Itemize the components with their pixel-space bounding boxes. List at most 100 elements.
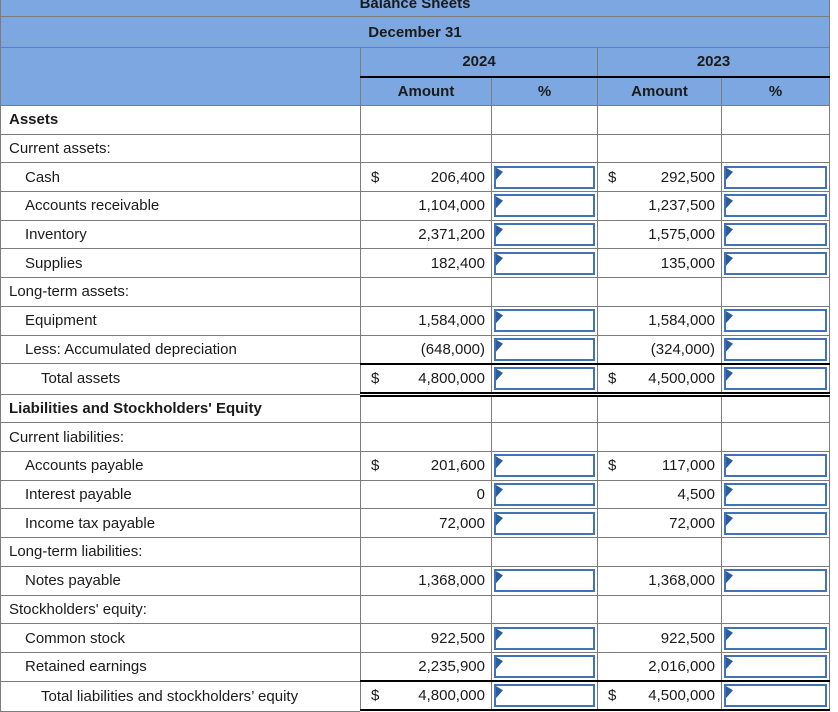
answer-marker-icon [496,167,503,180]
percent-input-2023-supplies[interactable] [724,251,828,275]
amount-value-2024: 2,235,900 [418,657,485,675]
amount-value-2024: 72,000 [439,514,485,532]
answer-marker-icon [496,686,503,699]
percent-input-2023-total-assets[interactable] [724,366,828,390]
percent-input-2023-less-accumulated-depreciation[interactable] [724,337,828,361]
empty-cell [597,105,722,135]
table-row-cash: Cash $206,400 $292,500 [0,162,831,193]
amount-value-2023: 292,500 [660,168,715,186]
amount-wrap: 0 [362,481,491,508]
percent-input-2024-less-accumulated-depreciation[interactable] [494,337,595,361]
amount-cell-2024-common-stock: 922,500 [360,623,492,653]
currency-symbol: $ [608,687,617,705]
amount-value-2024: 201,600 [430,457,485,475]
percent-input-2023-common-stock[interactable] [724,626,828,650]
percent-input-2024-interest-payable[interactable] [494,483,595,507]
empty-cell [491,393,598,424]
table-row-notes-payable: Notes payable 1,368,000 1,368,000 [0,565,831,596]
percent-input-2024-income-tax-payable[interactable] [494,511,595,535]
amount-value-2023: 4,500 [677,486,715,504]
amount-value-2024: 2,371,200 [418,226,485,244]
empty-cell [597,277,722,307]
empty-cell [360,393,492,424]
table-header: Balance Sheets December 31 2024 2023 Amo… [0,0,831,106]
percent-input-2023-notes-payable[interactable] [724,569,828,593]
amount-value-2023: (324,000) [650,340,715,358]
percent-cell-2024-inventory [491,219,598,250]
sheet-title-cell: Balance Sheets [0,0,831,17]
percent-input-2023-equipment[interactable] [724,309,828,333]
percent-input-2024-equipment[interactable] [494,309,595,333]
amount-wrap: (324,000) [599,336,721,363]
percent-input-2023-retained-earnings[interactable] [724,654,828,678]
amount-cell-2024-supplies: 182,400 [360,248,492,279]
table-row-assets: Assets [0,105,831,135]
table-row-current-assets: Current assets: [0,133,831,164]
percent-input-2024-total-assets[interactable] [494,366,595,390]
amount-wrap: $4,500,000 [599,366,721,390]
amount-wrap: 922,500 [362,625,491,652]
amount-cell-2023-notes-payable: 1,368,000 [597,565,722,596]
answer-marker-icon [726,225,733,238]
percent-input-2023-accounts-receivable[interactable] [724,194,828,218]
percent-cell-2024-less-accumulated-depreciation [491,334,598,365]
amount-cell-2024-accounts-payable: $201,600 [360,451,492,481]
percent-input-2024-supplies[interactable] [494,251,595,275]
percent-input-2024-accounts-receivable[interactable] [494,194,595,218]
amount-wrap: 922,500 [599,625,721,652]
amount-value-2023: 72,000 [669,514,715,532]
answer-marker-icon [726,167,733,180]
empty-cell [360,105,492,135]
percent-cell-2024-equipment [491,305,598,336]
percent-input-2023-inventory[interactable] [724,223,828,247]
row-label-total-assets: Total assets [0,363,361,395]
table-row-income-tax-payable: Income tax payable 72,000 72,000 [0,508,831,539]
percent-cell-2024-cash [491,162,598,193]
row-label-accounts-payable: Accounts payable [0,451,361,481]
amount-cell-2023-accounts-payable: $117,000 [597,451,722,481]
amount-cell-2024-cash: $206,400 [360,162,492,193]
amount-column-header-2024: Amount [360,76,492,106]
percent-input-2023-total-liabilities-and-stockholders-equity[interactable] [724,684,828,707]
amount-cell-2023-retained-earnings: 2,016,000 [597,651,722,682]
percent-input-2024-retained-earnings[interactable] [494,654,595,678]
percent-column-header-2024: % [491,76,598,106]
percent-input-2024-accounts-payable[interactable] [494,454,595,478]
percent-input-2024-inventory[interactable] [494,223,595,247]
amount-cell-2024-notes-payable: 1,368,000 [360,565,492,596]
percent-input-2024-total-liabilities-and-stockholders-equity[interactable] [494,684,595,707]
answer-marker-icon [726,311,733,324]
answer-marker-icon [496,656,503,669]
table-body: Assets Current assets: Cash $206,400 $292,50… [0,105,831,712]
table-row-supplies: Supplies 182,400 135,000 [0,248,831,279]
table-row-long-term-assets: Long-term assets: [0,277,831,307]
percent-cell-2024-total-liabilities-and-stockholders-equity [491,680,598,712]
percent-input-2024-cash[interactable] [494,165,595,189]
empty-cell [360,422,492,453]
amount-value-2024: 4,800,000 [418,687,485,705]
percent-cell-2024-retained-earnings [491,651,598,682]
amount-value-2024: 1,368,000 [418,572,485,590]
amount-value-2024: 922,500 [430,629,485,647]
percent-cell-2023-accounts-payable [720,451,831,481]
percent-input-2023-interest-payable[interactable] [724,483,828,507]
answer-marker-icon [726,628,733,641]
amount-value-2024: 4,800,000 [418,369,485,387]
amount-cell-2024-accounts-receivable: 1,104,000 [360,191,492,221]
percent-cell-2023-cash [720,162,831,193]
balance-sheet-page: Balance Sheets December 31 2024 2023 Amo… [0,0,838,712]
amount-wrap: $117,000 [599,453,721,480]
amount-cell-2023-interest-payable: 4,500 [597,479,722,510]
amount-value-2024: 182,400 [430,254,485,272]
percent-input-2024-common-stock[interactable] [494,626,595,650]
percent-input-2024-notes-payable[interactable] [494,569,595,593]
row-label-income-tax-payable: Income tax payable [0,508,361,539]
empty-cell [597,594,722,625]
percent-input-2023-cash[interactable] [724,165,828,189]
amount-wrap: 4,500 [599,481,721,508]
answer-marker-icon [496,513,503,526]
answer-marker-icon [496,311,503,324]
answer-marker-icon [496,571,503,584]
percent-input-2023-income-tax-payable[interactable] [724,511,828,535]
percent-input-2023-accounts-payable[interactable] [724,454,828,478]
